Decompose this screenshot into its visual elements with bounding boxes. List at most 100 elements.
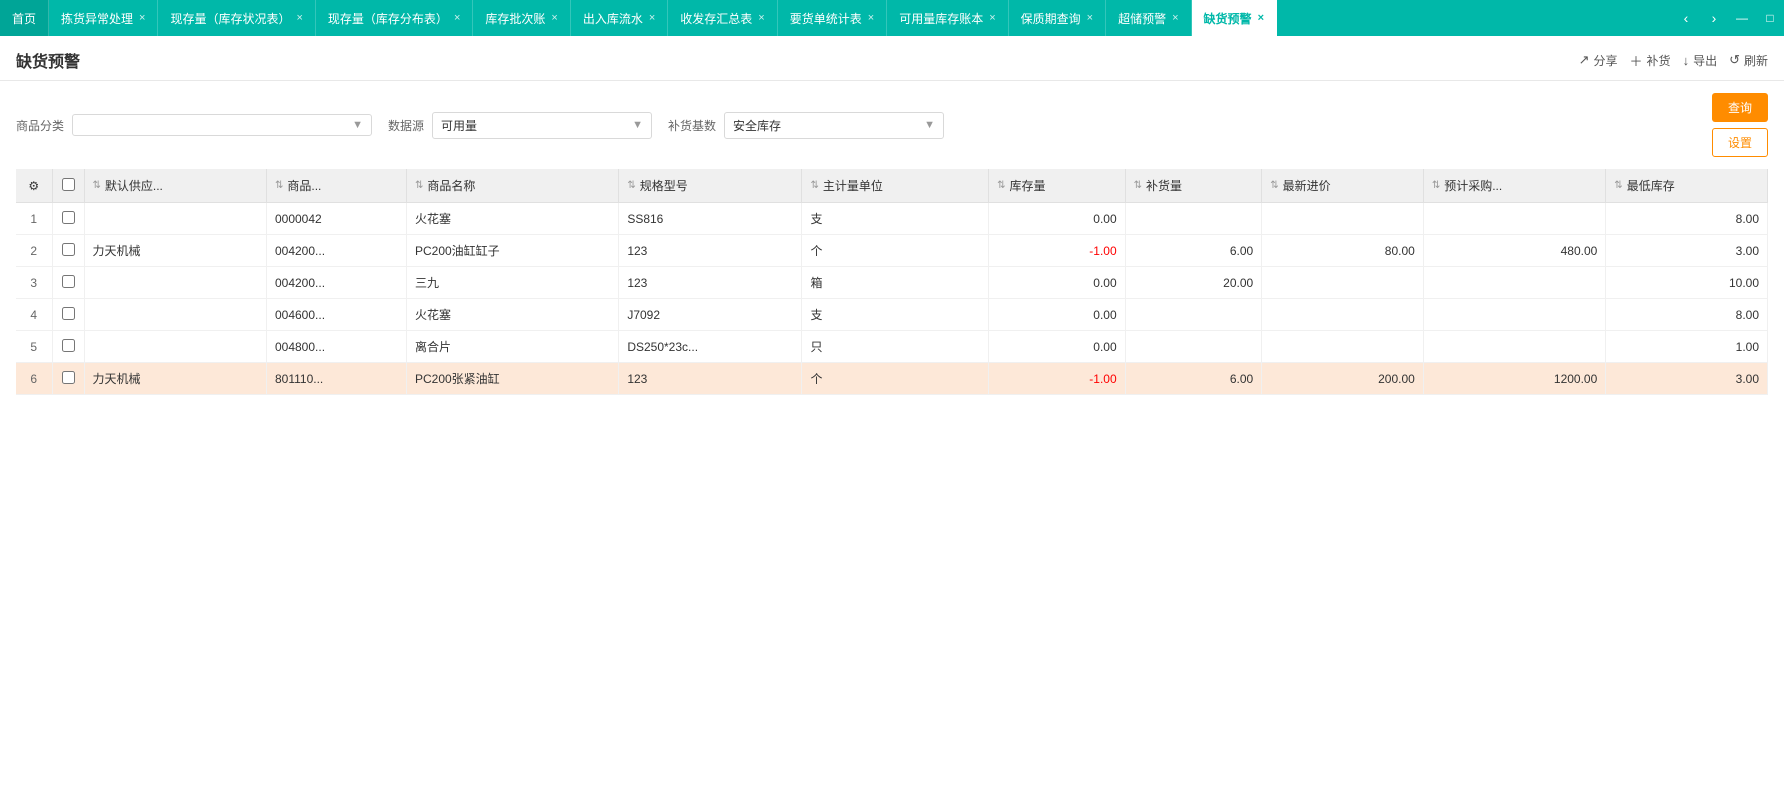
query-button[interactable]: 查询 (1712, 93, 1768, 122)
category-select[interactable]: ▼ (72, 114, 372, 136)
sort-latest-price-icon[interactable]: ⇅ (1270, 180, 1278, 191)
th-product-name: ⇅ 商品名称 (406, 169, 618, 203)
cell-supplier-3 (84, 299, 266, 331)
gear-icon[interactable]: ⚙ (28, 179, 39, 193)
close-tab-11-icon[interactable]: × (1258, 12, 1264, 24)
cell-spec-2: 123 (619, 267, 802, 299)
row-checkbox-1[interactable] (62, 243, 75, 256)
cell-checkbox-1 (52, 235, 84, 267)
tab-inout-flow[interactable]: 出入库流水 × (571, 0, 668, 36)
cell-spec-0: SS816 (619, 203, 802, 235)
nav-minimize-icon[interactable]: — (1728, 0, 1756, 36)
close-tab-9-icon[interactable]: × (1087, 12, 1093, 24)
row-checkbox-4[interactable] (62, 339, 75, 352)
close-tab-10-icon[interactable]: × (1172, 12, 1178, 24)
cell-supplier-1: 力天机械 (84, 235, 266, 267)
cell-unit-5: 个 (802, 363, 989, 395)
settings-button[interactable]: 设置 (1712, 128, 1768, 157)
share-button[interactable]: ↗ 分享 (1579, 52, 1618, 69)
tab-current-stock-status[interactable]: 现存量（库存状况表） × (158, 0, 315, 36)
th-supplier: ⇅ 默认供应... (84, 169, 266, 203)
cell-product-name-4: 离合片 (406, 331, 618, 363)
row-checkbox-2[interactable] (62, 275, 75, 288)
row-checkbox-3[interactable] (62, 307, 75, 320)
th-min-stock: ⇅ 最低库存 (1606, 169, 1768, 203)
tab-picking-exception[interactable]: 拣货异常处理 × (49, 0, 158, 36)
cell-replenish-qty-5: 6.00 (1125, 363, 1262, 395)
cell-estimated-purchase-5: 1200.00 (1423, 363, 1605, 395)
cell-unit-2: 箱 (802, 267, 989, 299)
close-tab-6-icon[interactable]: × (758, 12, 764, 24)
row-checkbox-5[interactable] (62, 371, 75, 384)
th-spec: ⇅ 规格型号 (619, 169, 802, 203)
main-content: 缺货预警 ↗ 分享 ＋ 补货 ↓ 导出 ↺ 刷新 商品分类 (0, 36, 1784, 796)
nav-next-arrow[interactable]: › (1700, 0, 1728, 36)
cell-no-1: 2 (16, 235, 52, 267)
cell-spec-4: DS250*23c... (619, 331, 802, 363)
cell-stock-qty-1: -1.00 (989, 235, 1126, 267)
row-checkbox-0[interactable] (62, 211, 75, 224)
close-tab-7-icon[interactable]: × (868, 12, 874, 24)
cell-replenish-qty-3 (1125, 299, 1262, 331)
cell-unit-1: 个 (802, 235, 989, 267)
nav-maximize-icon[interactable]: □ (1756, 0, 1784, 36)
close-tab-4-icon[interactable]: × (551, 12, 557, 24)
close-tab-5-icon[interactable]: × (649, 12, 655, 24)
sort-product-code-icon[interactable]: ⇅ (275, 180, 283, 191)
category-dropdown-arrow-icon: ▼ (352, 119, 363, 131)
cell-checkbox-4 (52, 331, 84, 363)
close-tab-1-icon[interactable]: × (139, 12, 145, 24)
export-button[interactable]: ↓ 导出 (1683, 52, 1718, 69)
tab-expiry-query[interactable]: 保质期查询 × (1009, 0, 1106, 36)
cell-unit-3: 支 (802, 299, 989, 331)
tab-inventory-batch[interactable]: 库存批次账 × (473, 0, 570, 36)
cell-supplier-4 (84, 331, 266, 363)
replenish-select[interactable]: 安全库存 ▼ (724, 112, 944, 139)
replenish-icon: ＋ (1630, 51, 1643, 70)
close-tab-8-icon[interactable]: × (989, 12, 995, 24)
tab-home[interactable]: 首页 (0, 0, 49, 36)
datasource-label: 数据源 (388, 117, 424, 134)
cell-min-stock-2: 10.00 (1606, 267, 1768, 299)
cell-unit-0: 支 (802, 203, 989, 235)
sort-estimated-purchase-icon[interactable]: ⇅ (1432, 180, 1440, 191)
select-all-checkbox[interactable] (62, 178, 75, 191)
cell-stock-qty-4: 0.00 (989, 331, 1126, 363)
sort-min-stock-icon[interactable]: ⇅ (1614, 180, 1622, 191)
sort-replenish-qty-icon[interactable]: ⇅ (1134, 180, 1142, 191)
tab-overstock-warning[interactable]: 超储预警 × (1106, 0, 1191, 36)
cell-latest-price-3 (1262, 299, 1424, 331)
close-tab-2-icon[interactable]: × (296, 12, 302, 24)
cell-latest-price-2 (1262, 267, 1424, 299)
tab-available-ledger[interactable]: 可用量库存账本 × (887, 0, 1008, 36)
datasource-select-value: 可用量 (441, 117, 477, 134)
table-header-row: ⚙ ⇅ 默认供应... ⇅ (16, 169, 1768, 203)
cell-product-code-4: 004800... (266, 331, 406, 363)
sort-unit-icon[interactable]: ⇅ (810, 180, 818, 191)
replenish-button[interactable]: ＋ 补货 (1630, 51, 1671, 70)
datasource-select[interactable]: 可用量 ▼ (432, 112, 652, 139)
sort-product-name-icon[interactable]: ⇅ (415, 180, 423, 191)
cell-spec-5: 123 (619, 363, 802, 395)
cell-latest-price-1: 80.00 (1262, 235, 1424, 267)
sort-stock-qty-icon[interactable]: ⇅ (997, 180, 1005, 191)
th-estimated-purchase: ⇅ 预计采购... (1423, 169, 1605, 203)
close-tab-3-icon[interactable]: × (454, 12, 460, 24)
cell-product-code-3: 004600... (266, 299, 406, 331)
cell-stock-qty-3: 0.00 (989, 299, 1126, 331)
sort-spec-icon[interactable]: ⇅ (627, 180, 635, 191)
tab-current-stock-dist[interactable]: 现存量（库存分布表） × (316, 0, 473, 36)
tab-order-stat[interactable]: 要货单统计表 × (778, 0, 887, 36)
cell-checkbox-5 (52, 363, 84, 395)
refresh-button[interactable]: ↺ 刷新 (1729, 52, 1768, 69)
tab-receive-summary[interactable]: 收发存汇总表 × (668, 0, 777, 36)
cell-product-name-0: 火花塞 (406, 203, 618, 235)
th-product-code: ⇅ 商品... (266, 169, 406, 203)
cell-checkbox-3 (52, 299, 84, 331)
cell-latest-price-4 (1262, 331, 1424, 363)
sort-supplier-icon[interactable]: ⇅ (93, 180, 101, 191)
tab-shortage-warning[interactable]: 缺货预警 × (1192, 0, 1277, 36)
cell-product-name-1: PC200油缸缸子 (406, 235, 618, 267)
table-row: 4 004600... 火花塞 J7092 支 0.00 8.00 (16, 299, 1768, 331)
nav-prev-arrow[interactable]: ‹ (1672, 0, 1700, 36)
